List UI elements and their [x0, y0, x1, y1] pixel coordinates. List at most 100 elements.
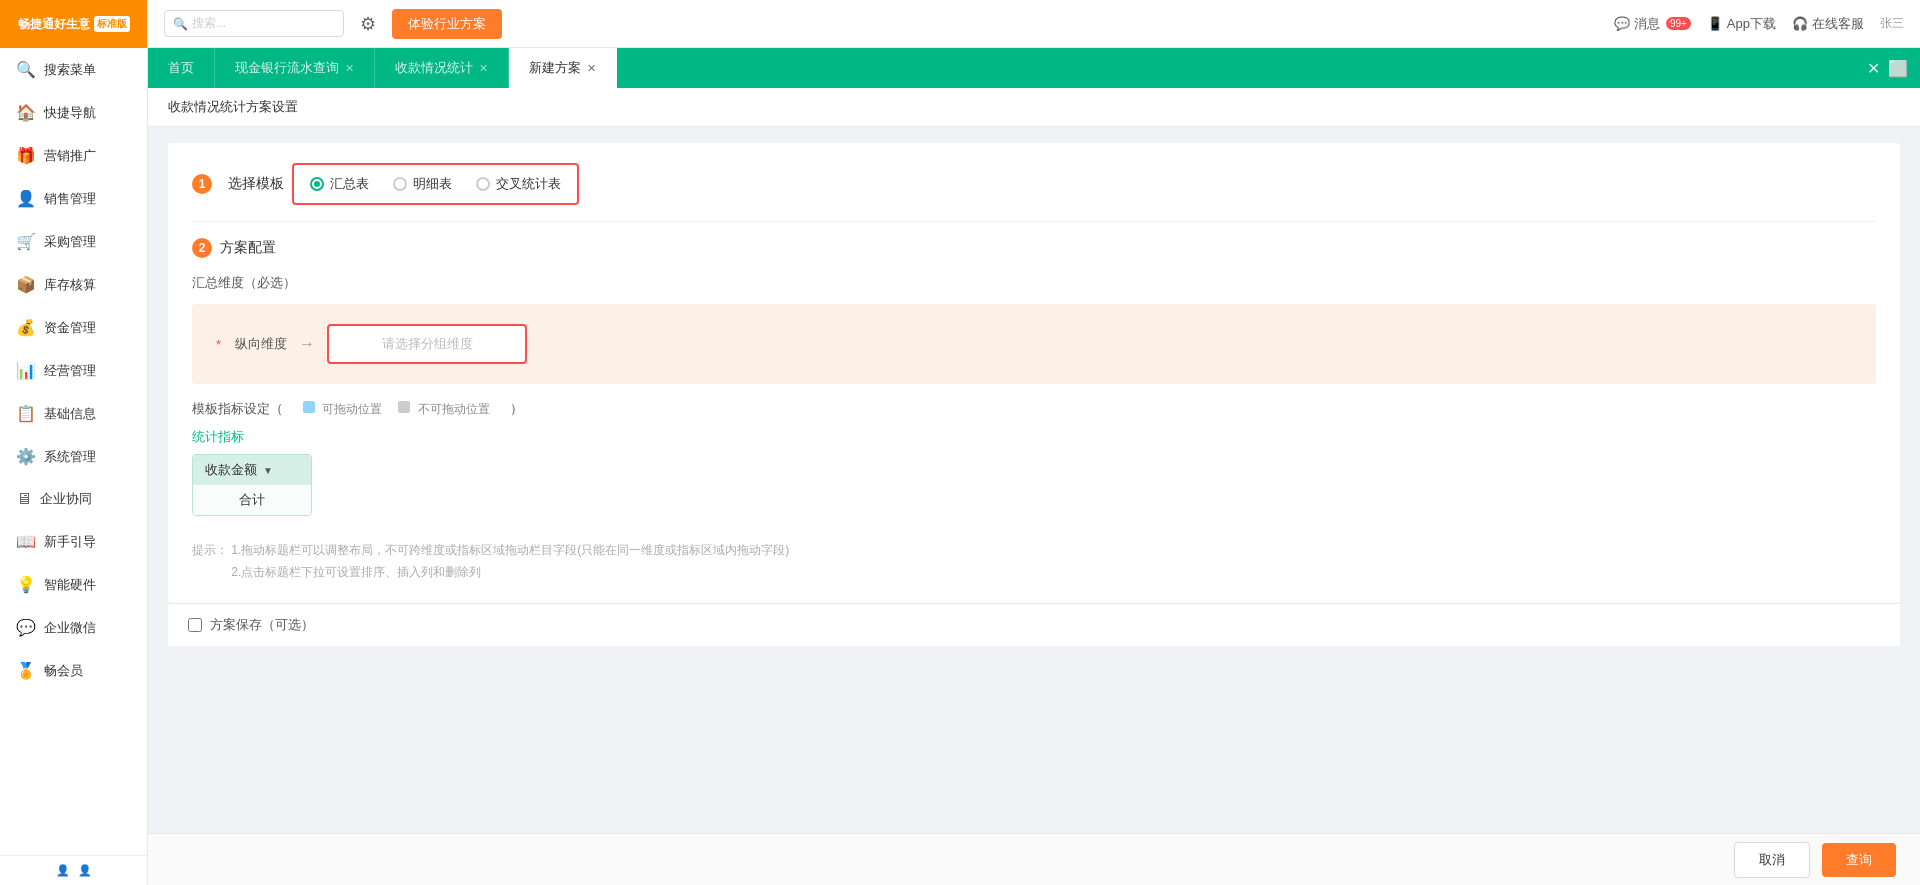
main-area: 🔍 搜索... ⚙ 体验行业方案 💬 消息 99+ 📱 App下载 🎧 在线客服…: [148, 0, 1920, 885]
sidebar-item-label: 企业微信: [44, 619, 96, 637]
dim-required-label: 汇总维度（必选）: [192, 274, 1876, 292]
tab-home[interactable]: 首页: [148, 48, 215, 88]
radio-cross[interactable]: 交叉统计表: [476, 175, 561, 193]
sidebar-item-member[interactable]: 🏅 畅会员: [0, 649, 147, 692]
metrics-col-total: 合计: [193, 485, 311, 515]
page-body: 1 选择模板 汇总表 明细表: [148, 127, 1920, 833]
save-checkbox[interactable]: [188, 618, 202, 632]
radio-summary[interactable]: 汇总表: [310, 175, 369, 193]
finance-icon: 💰: [16, 318, 36, 337]
app-download-item[interactable]: 📱 App下载: [1707, 15, 1776, 33]
sidebar-item-search-menu[interactable]: 🔍 搜索菜单: [0, 48, 147, 91]
sidebar-item-label: 新手引导: [44, 533, 96, 551]
tab-collection-stat-close[interactable]: ✕: [479, 62, 488, 75]
sidebar-item-wechat[interactable]: 💬 企业微信: [0, 606, 147, 649]
sidebar-item-label: 畅会员: [44, 662, 83, 680]
tab-fullscreen-icon[interactable]: ⬜: [1888, 59, 1908, 78]
sidebar-item-label: 企业协同: [40, 490, 92, 508]
main-card: 1 选择模板 汇总表 明细表: [168, 143, 1900, 603]
tab-new-plan[interactable]: 新建方案 ✕: [509, 48, 617, 88]
sidebar-bottom-user2[interactable]: 👤: [78, 864, 92, 877]
user2-icon: 👤: [78, 864, 92, 877]
dimension-area: * 纵向维度 → 请选择分组维度: [192, 304, 1876, 384]
sidebar-item-system[interactable]: ⚙️ 系统管理: [0, 435, 147, 478]
logo-text: 畅捷通好生意: [18, 16, 90, 33]
template-radio-group: 汇总表 明细表 交叉统计表: [310, 175, 561, 193]
step1-badge: 1: [192, 174, 212, 194]
metrics-table: 收款金额 ▼ 合计: [192, 454, 312, 516]
topbar-right: 💬 消息 99+ 📱 App下载 🎧 在线客服 张三: [1614, 15, 1904, 33]
sidebar-item-label: 资金管理: [44, 319, 96, 337]
step2-label: 方案配置: [220, 239, 276, 257]
notification-icon: 💬: [1614, 16, 1630, 31]
sidebar-item-newbie[interactable]: 📖 新手引导: [0, 520, 147, 563]
sidebar: 畅捷通好生意 标准版 🔍 搜索菜单 🏠 快捷导航 🎁 营销推广 👤 销售管理 🛒…: [0, 0, 148, 885]
tab-collection-stat-label: 收款情况统计: [395, 59, 473, 77]
cancel-button[interactable]: 取消: [1734, 842, 1810, 878]
sidebar-item-base-info[interactable]: 📋 基础信息: [0, 392, 147, 435]
tab-new-plan-close[interactable]: ✕: [587, 62, 596, 75]
sales-icon: 👤: [16, 189, 36, 208]
quick-nav-icon: 🏠: [16, 103, 36, 122]
enterprise-icon: 🖥: [16, 490, 32, 508]
online-support-icon: 🎧: [1792, 16, 1808, 31]
marketing-icon: 🎁: [16, 146, 36, 165]
search-menu-icon: 🔍: [16, 60, 36, 79]
sidebar-logo: 畅捷通好生意 标准版: [0, 0, 147, 48]
tip-area: 提示： 1.拖动标题栏可以调整布局，不可跨维度或指标区域拖动栏目字段(只能在同一…: [192, 540, 1876, 583]
sidebar-item-enterprise[interactable]: 🖥 企业协同: [0, 478, 147, 520]
radio-detail[interactable]: 明细表: [393, 175, 452, 193]
query-button[interactable]: 查询: [1822, 843, 1896, 877]
sidebar-item-purchase[interactable]: 🛒 采购管理: [0, 220, 147, 263]
tab-collection-stat[interactable]: 收款情况统计 ✕: [375, 48, 509, 88]
online-support-label: 在线客服: [1812, 15, 1864, 33]
sidebar-item-label: 经营管理: [44, 362, 96, 380]
tab-bank-flow-close[interactable]: ✕: [345, 62, 354, 75]
sidebar-item-finance[interactable]: 💰 资金管理: [0, 306, 147, 349]
sidebar-item-label: 营销推广: [44, 147, 96, 165]
inventory-icon: 📦: [16, 275, 36, 294]
draggable-label: 可拖动位置: [322, 402, 382, 416]
template-select-box: 汇总表 明细表 交叉统计表: [292, 163, 579, 205]
settings-icon[interactable]: ⚙: [360, 13, 376, 35]
content-area: 1 选择模板 汇总表 明细表: [148, 127, 1920, 885]
online-support-item[interactable]: 🎧 在线客服: [1792, 15, 1864, 33]
tab-bank-flow[interactable]: 现金银行流水查询 ✕: [215, 48, 375, 88]
tab-bank-flow-label: 现金银行流水查询: [235, 59, 339, 77]
dim-select-dropdown[interactable]: 请选择分组维度: [327, 324, 527, 364]
sidebar-item-sales[interactable]: 👤 销售管理: [0, 177, 147, 220]
tabbar: 首页 现金银行流水查询 ✕ 收款情况统计 ✕ 新建方案 ✕ ✕ ⬜: [148, 48, 1920, 88]
purchase-icon: 🛒: [16, 232, 36, 251]
notification-badge: 99+: [1666, 17, 1691, 30]
sidebar-bottom: 👤 👤: [0, 855, 147, 885]
tabbar-actions: ✕ ⬜: [1867, 59, 1920, 78]
sidebar-version: 标准版: [94, 16, 130, 32]
tab-home-label: 首页: [168, 59, 194, 77]
metrics-paren-close: ）: [510, 400, 523, 418]
smart-hw-icon: 💡: [16, 575, 36, 594]
app-download-label: App下载: [1727, 15, 1776, 33]
radio-detail-label: 明细表: [413, 175, 452, 193]
sidebar-bottom-user1[interactable]: 👤: [56, 864, 70, 877]
topbar: 🔍 搜索... ⚙ 体验行业方案 💬 消息 99+ 📱 App下载 🎧 在线客服…: [148, 0, 1920, 48]
sidebar-item-marketing[interactable]: 🎁 营销推广: [0, 134, 147, 177]
page-title: 收款情况统计方案设置: [168, 99, 298, 114]
search-box[interactable]: 🔍 搜索...: [164, 10, 344, 37]
metrics-section: 模板指标设定（ 可拖动位置 不可拖动位置: [192, 400, 1876, 516]
sidebar-item-inventory[interactable]: 📦 库存核算: [0, 263, 147, 306]
trial-btn[interactable]: 体验行业方案: [392, 9, 502, 39]
operations-icon: 📊: [16, 361, 36, 380]
system-icon: ⚙️: [16, 447, 36, 466]
notification-item[interactable]: 💬 消息 99+: [1614, 15, 1691, 33]
sidebar-item-label: 快捷导航: [44, 104, 96, 122]
sidebar-item-operations[interactable]: 📊 经营管理: [0, 349, 147, 392]
step2-badge: 2: [192, 238, 212, 258]
search-icon: 🔍: [173, 17, 188, 31]
step1-header: 1 选择模板 汇总表 明细表: [192, 163, 1876, 205]
sidebar-item-label: 销售管理: [44, 190, 96, 208]
sidebar-item-quick-nav[interactable]: 🏠 快捷导航: [0, 91, 147, 134]
metrics-col-header-row[interactable]: 收款金额 ▼: [193, 455, 311, 485]
sidebar-item-smart-hw[interactable]: 💡 智能硬件: [0, 563, 147, 606]
tab-close-all-icon[interactable]: ✕: [1867, 59, 1880, 78]
sidebar-item-label: 智能硬件: [44, 576, 96, 594]
